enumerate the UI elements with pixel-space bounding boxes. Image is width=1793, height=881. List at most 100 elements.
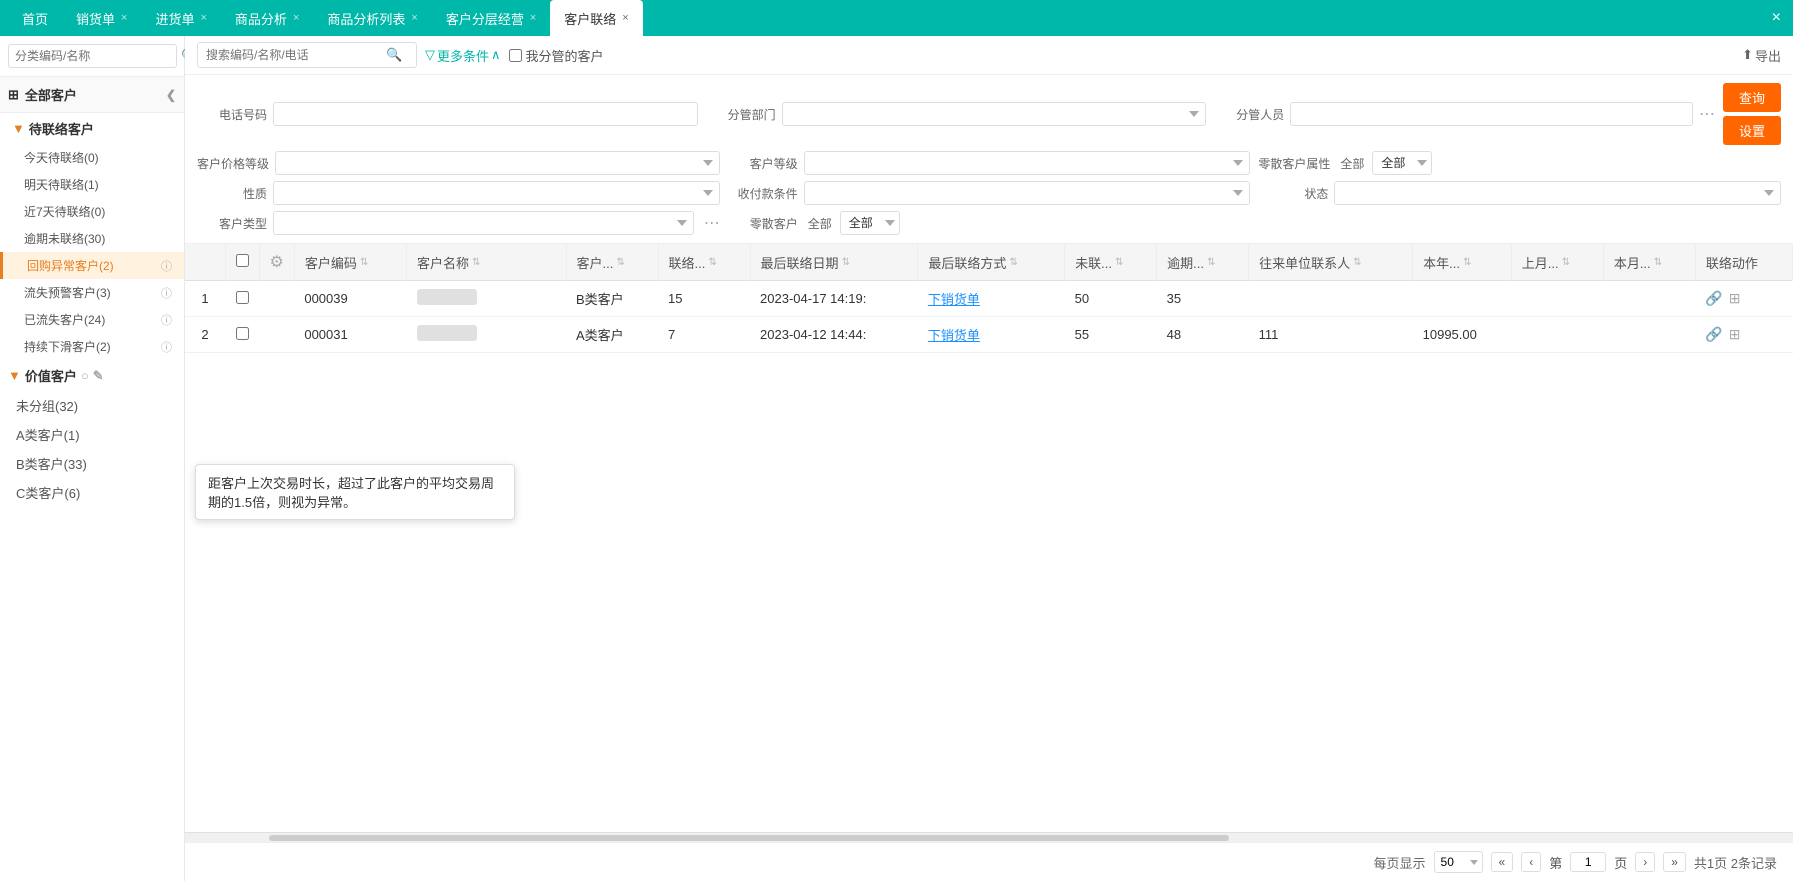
close-sales-icon[interactable]: × — [121, 12, 127, 24]
first-page-btn[interactable]: « — [1491, 852, 1514, 872]
nav-product-analysis[interactable]: 商品分析 × — [221, 0, 313, 36]
filter-phone-input[interactable] — [273, 102, 698, 126]
nav-purchase[interactable]: 进货单 × — [141, 0, 220, 36]
nav-product-list[interactable]: 商品分析列表 × — [313, 0, 431, 36]
more-conditions-btn[interactable]: ▽ 更多条件 ∧ — [425, 46, 501, 65]
value-customer-edit-icon[interactable]: ○ — [81, 368, 89, 383]
prev-page-btn[interactable]: ‹ — [1521, 852, 1541, 872]
th-contact: 联络... ⇅ — [658, 244, 750, 281]
last-page-btn[interactable]: » — [1663, 852, 1686, 872]
cell-action-1: 🔗 ⊞ — [1695, 281, 1792, 317]
filter-gender-select[interactable] — [273, 181, 720, 205]
sort-level-icon[interactable]: ⇅ — [616, 257, 624, 268]
tooltip-box: 距客户上次交易时长，超过了此客户的平均交易周期的1.5倍，则视为异常。 — [195, 464, 515, 520]
cell-checkbox-2 — [225, 317, 259, 353]
page-input[interactable] — [1570, 852, 1606, 872]
filter-customer-type-select[interactable] — [273, 211, 694, 235]
sort-company-icon[interactable]: ⇅ — [1353, 257, 1361, 268]
th-code: 客户编码 ⇅ — [294, 244, 406, 281]
cell-method-1: 下销货单 — [918, 281, 1065, 317]
filter-retail-attr-select[interactable]: 全部 — [1372, 151, 1432, 175]
close-product-list-icon[interactable]: × — [411, 12, 417, 24]
sidebar-body: ⊞ 全部客户 ❮ ▼ 待联络客户 今天待联络(0) 明天待联络(1) 近7天待联… — [0, 77, 184, 881]
sidebar-item-continuous-down[interactable]: 持续下滑客户(2) ⓘ — [0, 333, 184, 360]
my-customer-checkbox[interactable] — [509, 49, 522, 62]
sort-contact-icon[interactable]: ⇅ — [708, 257, 716, 268]
sort-date-icon[interactable]: ⇅ — [842, 257, 850, 268]
query-button[interactable]: 查询 — [1723, 83, 1781, 112]
filter-person-input[interactable] — [1290, 102, 1693, 126]
nav-customer-segment[interactable]: 客户分层经营 × — [432, 0, 550, 36]
close-purchase-icon[interactable]: × — [200, 12, 206, 24]
filter-search-icon[interactable]: 🔍 — [386, 47, 402, 63]
row-2-checkbox[interactable] — [236, 327, 249, 340]
horizontal-scrollbar[interactable] — [185, 832, 1793, 842]
close-customer-contact-icon[interactable]: × — [622, 12, 628, 24]
settings-button[interactable]: 设置 — [1723, 116, 1781, 145]
sort-this-month-icon[interactable]: ⇅ — [1654, 257, 1662, 268]
filter-field-dept: 分管部门 — [706, 102, 1207, 126]
sort-overdue-icon[interactable]: ⇅ — [1207, 257, 1215, 268]
filter-search-input[interactable] — [206, 48, 386, 62]
th-level: 客户... ⇅ — [566, 244, 658, 281]
sort-last-month-icon[interactable]: ⇅ — [1562, 257, 1570, 268]
th-name: 客户名称 ⇅ — [407, 244, 566, 281]
nav-customer-contact[interactable]: 客户联络 × — [550, 0, 642, 36]
cell-company-2: 111 — [1249, 317, 1413, 353]
filter-payment-select[interactable] — [804, 181, 1251, 205]
sort-name-icon[interactable]: ⇅ — [472, 257, 480, 268]
export-button[interactable]: ⬆ 导出 — [1742, 46, 1781, 65]
value-customer-group[interactable]: ▼ 价值客户 ○ ✎ — [0, 360, 184, 391]
sort-not-contacted-icon[interactable]: ⇅ — [1115, 257, 1123, 268]
row-1-checkbox[interactable] — [236, 291, 249, 304]
sidebar-search-input[interactable] — [8, 44, 177, 68]
sidebar-item-tomorrow[interactable]: 明天待联络(1) — [0, 171, 184, 198]
sidebar-item-today[interactable]: 今天待联络(0) — [0, 144, 184, 171]
sidebar-sub-classB[interactable]: B类客户(33) — [0, 449, 184, 478]
sidebar-sub-classA[interactable]: A类客户(1) — [0, 420, 184, 449]
filter-retail-select[interactable]: 全部 — [840, 211, 900, 235]
sidebar-item-lost[interactable]: 已流失客户(24) ⓘ — [0, 306, 184, 333]
row-1-actions: 🔗 ⊞ — [1705, 290, 1782, 307]
pending-contact-group[interactable]: ▼ 待联络客户 — [0, 113, 184, 144]
sort-method-icon[interactable]: ⇅ — [1009, 257, 1017, 268]
collapse-icon[interactable]: ❮ — [166, 88, 176, 102]
next-page-btn[interactable]: › — [1635, 852, 1655, 872]
cell-code-2: 000031 — [294, 317, 406, 353]
value-customer-settings-icon[interactable]: ✎ — [93, 368, 104, 384]
nav-home[interactable]: 首页 — [8, 0, 62, 36]
filter-status-select[interactable] — [1334, 181, 1781, 205]
sidebar-item-overdue[interactable]: 逾期未联络(30) — [0, 225, 184, 252]
row-1-link-icon[interactable]: 🔗 — [1705, 290, 1722, 307]
person-dots-icon[interactable]: ⋯ — [1699, 104, 1715, 124]
page-size-select[interactable]: 50 100 200 — [1434, 851, 1483, 873]
close-all-button[interactable]: × — [1772, 9, 1781, 27]
th-overdue: 逾期... ⇅ — [1157, 244, 1249, 281]
row-2-grid-icon[interactable]: ⊞ — [1729, 326, 1741, 343]
customer-type-dots-icon[interactable]: ⋯ — [704, 213, 720, 233]
filter-customer-level-select[interactable] — [804, 151, 1251, 175]
sidebar-sub-unclassified[interactable]: 未分组(32) — [0, 391, 184, 420]
cell-code-1: 000039 — [294, 281, 406, 317]
close-product-analysis-icon[interactable]: × — [293, 12, 299, 24]
sidebar-item-lost-warning[interactable]: 流失预警客户(3) ⓘ — [0, 279, 184, 306]
filter-price-level-select[interactable] — [275, 151, 720, 175]
row-1-grid-icon[interactable]: ⊞ — [1729, 290, 1741, 307]
cell-lmonth-1 — [1511, 281, 1603, 317]
table-settings-icon[interactable]: ⚙ — [270, 254, 284, 271]
sidebar-item-7days[interactable]: 近7天待联络(0) — [0, 198, 184, 225]
sort-year-icon[interactable]: ⇅ — [1463, 257, 1471, 268]
all-customers-header[interactable]: ⊞ 全部客户 ❮ — [0, 77, 184, 113]
row-2-link-icon[interactable]: 🔗 — [1705, 326, 1722, 343]
scroll-thumb[interactable] — [269, 835, 1229, 841]
filter-row-3: 性质 收付款条件 状态 — [197, 181, 1781, 205]
select-all-checkbox[interactable] — [236, 254, 249, 267]
sidebar-item-repurchase-abnormal[interactable]: 回购异常客户(2) ⓘ — [0, 252, 184, 279]
th-not-contacted: 未联... ⇅ — [1065, 244, 1157, 281]
close-customer-segment-icon[interactable]: × — [530, 12, 536, 24]
sidebar-sub-classC[interactable]: C类客户(6) — [0, 478, 184, 507]
sort-code-icon[interactable]: ⇅ — [360, 257, 368, 268]
filter-dept-select[interactable] — [782, 102, 1207, 126]
cell-settings-1 — [259, 281, 294, 317]
nav-sales[interactable]: 销货单 × — [62, 0, 141, 36]
